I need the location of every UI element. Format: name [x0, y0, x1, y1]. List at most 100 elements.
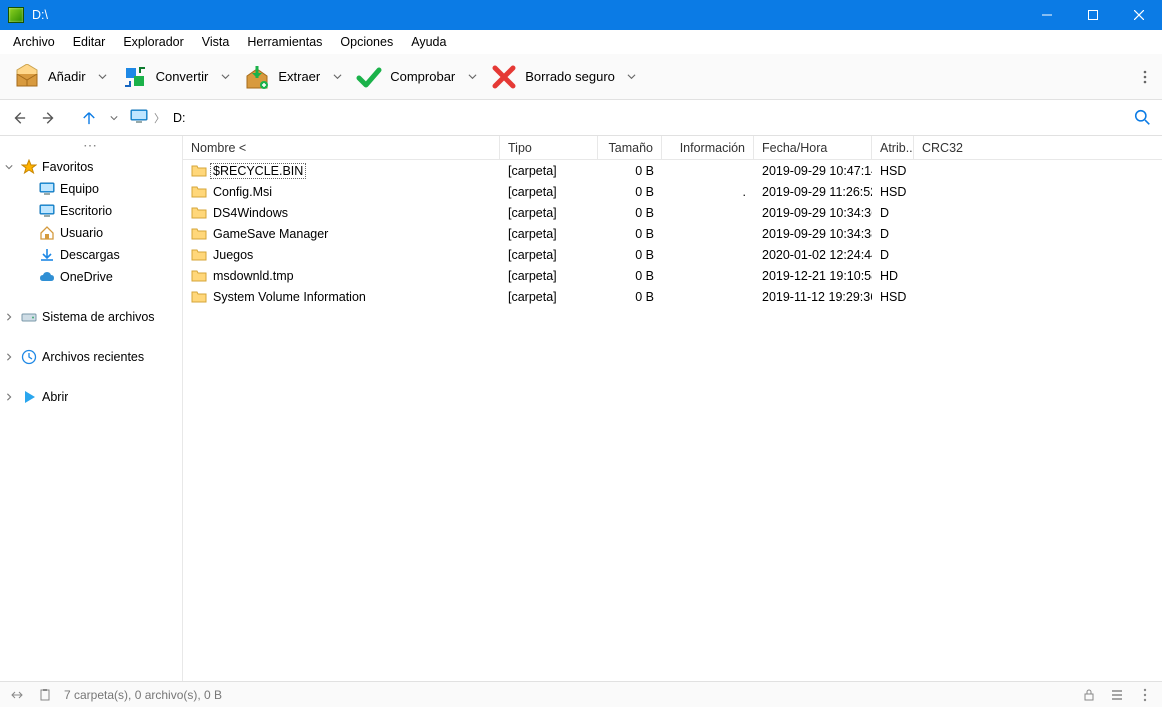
column-type[interactable]: Tipo — [500, 136, 598, 159]
sidebar-recent[interactable]: Archivos recientes — [0, 346, 182, 368]
extract-label: Extraer — [278, 69, 320, 84]
cell-attr: D — [872, 248, 914, 262]
table-row[interactable]: DS4Windows[carpeta]0 B2019-09-29 10:34:3… — [183, 202, 1162, 223]
extract-button[interactable]: Extraer — [236, 59, 328, 95]
cell-attr: D — [872, 206, 914, 220]
chevron-right-icon[interactable] — [2, 313, 16, 321]
close-button[interactable] — [1116, 0, 1162, 30]
clipboard-icon[interactable] — [36, 686, 54, 704]
toolbar: Añadir Convertir Extraer Comprobar — [0, 54, 1162, 100]
sidebar-item-label: Descargas — [60, 248, 120, 262]
box-add-icon — [14, 64, 40, 90]
sidebar-open-label: Abrir — [42, 390, 68, 404]
menu-vista[interactable]: Vista — [193, 32, 239, 52]
monitor-icon — [130, 109, 148, 126]
menu-explorador[interactable]: Explorador — [114, 32, 192, 52]
window-title: D:\ — [32, 8, 1024, 22]
menu-opciones[interactable]: Opciones — [331, 32, 402, 52]
cell-attr: HSD — [872, 164, 914, 178]
minimize-button[interactable] — [1024, 0, 1070, 30]
sidebar-item-equipo[interactable]: Equipo — [0, 178, 182, 200]
table-row[interactable]: $RECYCLE.BIN[carpeta]0 B2019-09-29 10:47… — [183, 160, 1162, 181]
sidebar-open[interactable]: Abrir — [0, 386, 182, 408]
sidebar-overflow-icon[interactable]: ⋯ — [0, 136, 182, 156]
sidebar-item-label: OneDrive — [60, 270, 113, 284]
cell-type: [carpeta] — [500, 248, 598, 262]
menu-ayuda[interactable]: Ayuda — [402, 32, 455, 52]
cell-type: [carpeta] — [500, 164, 598, 178]
maximize-button[interactable] — [1070, 0, 1116, 30]
table-row[interactable]: System Volume Information[carpeta]0 B 201… — [183, 286, 1162, 307]
menubar: Archivo Editar Explorador Vista Herramie… — [0, 30, 1162, 54]
column-date[interactable]: Fecha/Hora — [754, 136, 872, 159]
table-row[interactable]: Config.Msi[carpeta]0 B.2019-09-29 11:26:… — [183, 181, 1162, 202]
column-name[interactable]: Nombre < — [183, 136, 500, 159]
navbar: 〉 D: — [0, 100, 1162, 136]
column-crc[interactable]: CRC32 — [914, 136, 964, 159]
verify-dropdown[interactable] — [463, 59, 481, 95]
cell-date: 2019-09-29 10:34:36 — [754, 206, 872, 220]
chevron-down-icon[interactable] — [2, 163, 16, 171]
lock-icon[interactable] — [1080, 686, 1098, 704]
column-size[interactable]: Tamaño — [598, 136, 662, 159]
cell-type: [carpeta] — [500, 185, 598, 199]
back-button[interactable] — [6, 105, 32, 131]
verify-button[interactable]: Comprobar — [348, 59, 463, 95]
cell-attr: HD — [872, 269, 914, 283]
wipe-dropdown[interactable] — [623, 59, 641, 95]
sidebar-favorites[interactable]: Favoritos — [0, 156, 182, 178]
add-label: Añadir — [48, 69, 86, 84]
convert-icon — [122, 64, 148, 90]
breadcrumb-path[interactable]: D: — [171, 109, 188, 127]
resize-icon[interactable] — [8, 686, 26, 704]
sidebar-item-descargas[interactable]: Descargas — [0, 244, 182, 266]
sidebar-item-usuario[interactable]: Usuario — [0, 222, 182, 244]
forward-button[interactable] — [36, 105, 62, 131]
menu-herramientas[interactable]: Herramientas — [238, 32, 331, 52]
sidebar-recent-label: Archivos recientes — [42, 350, 144, 364]
up-button[interactable] — [76, 105, 102, 131]
wipe-label: Borrado seguro — [525, 69, 615, 84]
extract-dropdown[interactable] — [328, 59, 346, 95]
cell-name: DS4Windows — [183, 206, 500, 220]
list-view-icon[interactable] — [1108, 686, 1126, 704]
cell-type: [carpeta] — [500, 290, 598, 304]
cell-name: System Volume Information — [183, 290, 500, 304]
convert-label: Convertir — [156, 69, 209, 84]
convert-button[interactable]: Convertir — [114, 59, 217, 95]
wipe-button[interactable]: Borrado seguro — [483, 59, 623, 95]
cloud-icon — [39, 269, 55, 285]
cell-date: 2019-11-12 19:29:36 — [754, 290, 872, 304]
cell-size: 0 B — [598, 206, 662, 220]
add-button[interactable]: Añadir — [6, 59, 94, 95]
chevron-right-icon[interactable] — [2, 353, 16, 361]
titlebar: D:\ — [0, 0, 1162, 30]
cell-type: [carpeta] — [500, 227, 598, 241]
file-rows: $RECYCLE.BIN[carpeta]0 B2019-09-29 10:47… — [183, 160, 1162, 681]
chevron-right-icon[interactable] — [2, 393, 16, 401]
history-dropdown[interactable] — [106, 105, 122, 131]
verify-label: Comprobar — [390, 69, 455, 84]
status-overflow-icon[interactable] — [1136, 686, 1154, 704]
cell-size: 0 B — [598, 290, 662, 304]
cell-info: . — [662, 185, 754, 199]
convert-dropdown[interactable] — [216, 59, 234, 95]
sidebar-item-escritorio[interactable]: Escritorio — [0, 200, 182, 222]
table-row[interactable]: Juegos[carpeta]0 B2020-01-02 12:24:44D — [183, 244, 1162, 265]
menu-editar[interactable]: Editar — [64, 32, 115, 52]
add-dropdown[interactable] — [94, 59, 112, 95]
cell-size: 0 B — [598, 248, 662, 262]
sidebar-filesystem[interactable]: Sistema de archivos — [0, 306, 182, 328]
breadcrumb[interactable]: 〉 D: — [126, 109, 1124, 127]
table-row[interactable]: msdownld.tmp[carpeta]0 B2019-12-21 19:10… — [183, 265, 1162, 286]
menu-archivo[interactable]: Archivo — [4, 32, 64, 52]
column-attr[interactable]: Atrib... — [872, 136, 914, 159]
table-row[interactable]: GameSave Manager[carpeta]0 B2019-09-29 1… — [183, 223, 1162, 244]
search-button[interactable] — [1128, 104, 1156, 132]
sidebar-item-label: Equipo — [60, 182, 99, 196]
column-info[interactable]: Información — [662, 136, 754, 159]
sidebar-item-onedrive[interactable]: OneDrive — [0, 266, 182, 288]
toolbar-overflow-button[interactable] — [1134, 59, 1156, 95]
cell-date: 2019-12-21 19:10:58 — [754, 269, 872, 283]
column-headers: Nombre < Tipo Tamaño Información Fecha/H… — [183, 136, 1162, 160]
